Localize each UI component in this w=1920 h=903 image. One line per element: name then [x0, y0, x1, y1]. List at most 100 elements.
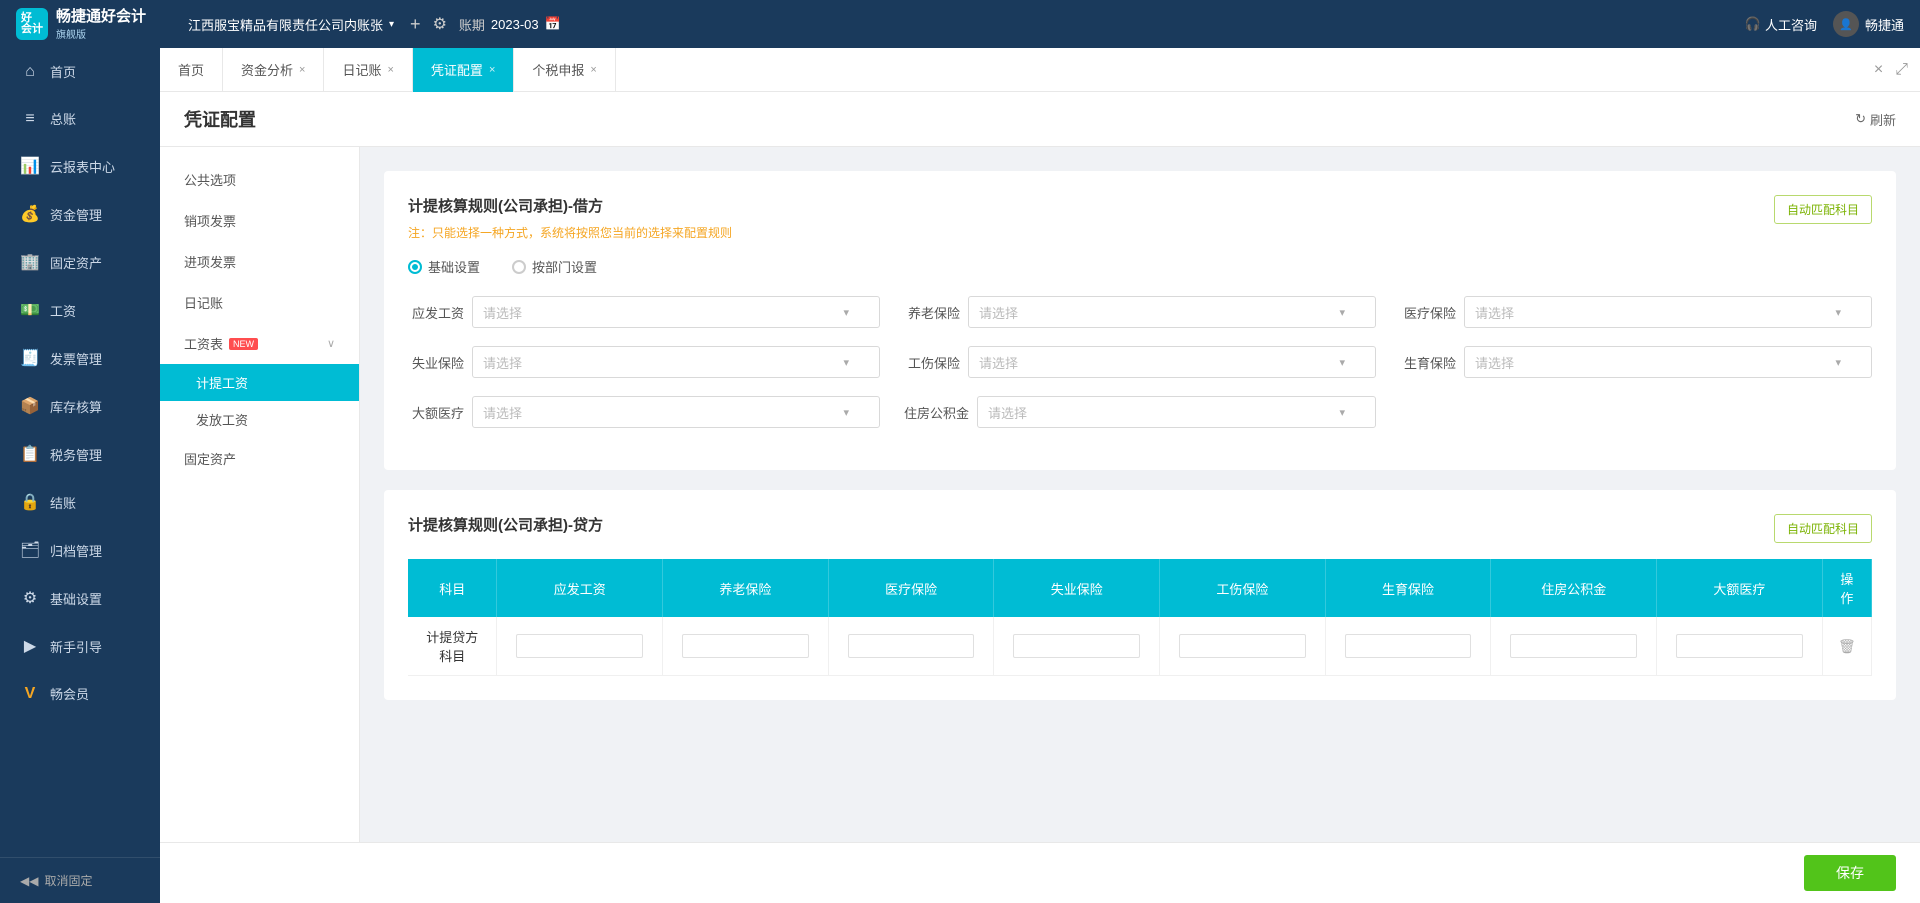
debit-section: 计提核算规则(公司承担)-借方 注：只能选择一种方式，系统将按照您当前的选择来配… — [384, 171, 1896, 470]
select-injury[interactable]: 请选择 ▾ — [968, 346, 1376, 378]
logo-text-area: 畅捷通好会计 旗舰版 — [56, 8, 146, 41]
sidebar-item-vip[interactable]: V 畅会员 — [0, 670, 160, 717]
select-medical[interactable]: 请选择 ▾ — [1464, 296, 1872, 328]
tab-voucher-config[interactable]: 凭证配置 × — [413, 48, 514, 92]
input-pension[interactable] — [682, 634, 809, 658]
save-button[interactable]: 保存 — [1804, 855, 1896, 891]
left-nav-public-label: 公共选项 — [184, 170, 236, 189]
select-pension[interactable]: 请选择 ▾ — [968, 296, 1376, 328]
top-right-actions: 🎧 人工咨询 👤 畅捷通 — [1745, 11, 1904, 37]
tab-finance-analysis[interactable]: 资金分析 × — [223, 48, 324, 92]
sidebar-item-reports[interactable]: 📊 云报表中心 — [0, 142, 160, 190]
input-gross[interactable] — [516, 634, 643, 658]
left-nav-purchase-invoice[interactable]: 进项发票 — [160, 241, 359, 282]
add-tab-icon[interactable]: + — [410, 14, 421, 35]
label-pension: 养老保险 — [904, 303, 960, 322]
field-gross-salary: 应发工资 请选择 ▾ — [408, 296, 880, 328]
radio-basic[interactable]: 基础设置 — [408, 257, 480, 276]
col-supp-medical: 大额医疗 — [1657, 559, 1823, 617]
col-housing: 住房公积金 — [1491, 559, 1657, 617]
select-gross-salary[interactable]: 请选择 ▾ — [472, 296, 880, 328]
left-nav-fixed-assets[interactable]: 固定资产 — [160, 438, 359, 479]
tab-bar-actions: × ⤢ — [1874, 61, 1920, 79]
col-operation: 操作 — [1822, 559, 1871, 617]
sidebar-label-tax: 税务管理 — [50, 445, 102, 464]
content-area: 首页 资金分析 × 日记账 × 凭证配置 × 个税申报 × × ⤢ — [160, 48, 1920, 903]
sidebar-item-finance[interactable]: 💰 资金管理 — [0, 190, 160, 238]
sidebar-label-finance: 资金管理 — [50, 205, 102, 224]
input-supp-medical[interactable] — [1676, 634, 1803, 658]
field-supplemental-medical: 大额医疗 请选择 ▾ — [408, 396, 880, 428]
credit-section-title: 计提核算规则(公司承担)-贷方 — [408, 514, 603, 535]
delete-row-icon[interactable]: 🗑 — [1838, 638, 1856, 654]
select-supplemental-medical[interactable]: 请选择 ▾ — [472, 396, 880, 428]
tab-tax-report[interactable]: 个税申报 × — [514, 48, 615, 92]
refresh-label: 刷新 — [1870, 110, 1896, 129]
left-nav-pay-salary[interactable]: 发放工资 — [160, 401, 359, 438]
tab-tax-close-icon[interactable]: × — [590, 64, 596, 76]
select-medical-placeholder: 请选择 — [1475, 303, 1514, 322]
refresh-button[interactable]: ↻ 刷新 — [1855, 110, 1896, 129]
sidebar-item-assets[interactable]: 🏢 固定资产 — [0, 238, 160, 286]
tab-voucher-label: 凭证配置 — [431, 60, 483, 79]
tab-journal-close-icon[interactable]: × — [387, 64, 393, 76]
radio-by-dept[interactable]: 按部门设置 — [512, 257, 597, 276]
left-nav-calc-salary[interactable]: 计提工资 — [160, 364, 359, 401]
radio-dept-label: 按部门设置 — [532, 257, 597, 276]
select-unemployment[interactable]: 请选择 ▾ — [472, 346, 880, 378]
debit-form-row-3: 大额医疗 请选择 ▾ 住房公积金 请选择 ▾ — [408, 396, 1872, 428]
select-maternity[interactable]: 请选择 ▾ — [1464, 346, 1872, 378]
sidebar-item-inventory[interactable]: 📦 库存核算 — [0, 382, 160, 430]
label-gross-salary: 应发工资 — [408, 303, 464, 322]
col-gross-salary: 应发工资 — [497, 559, 663, 617]
sidebar-label-salary: 工资 — [50, 301, 76, 320]
input-maternity[interactable] — [1345, 634, 1472, 658]
tab-home[interactable]: 首页 — [160, 48, 223, 92]
sidebar-item-ledger[interactable]: ≡ 总账 — [0, 95, 160, 142]
sidebar-item-salary[interactable]: 💵 工资 — [0, 286, 160, 334]
debit-auto-match-button[interactable]: 自动匹配科目 — [1774, 195, 1872, 224]
table-header-row: 科目 应发工资 养老保险 医疗保险 失业保险 工伤保险 生育保险 住房公积金 大… — [408, 559, 1872, 617]
logo-title: 畅捷通好会计 — [56, 8, 146, 26]
select-housing-fund[interactable]: 请选择 ▾ — [977, 396, 1376, 428]
sidebar-item-invoice[interactable]: 🧾 发票管理 — [0, 334, 160, 382]
calendar-icon[interactable]: 📅 — [545, 16, 561, 32]
sidebar-item-guide[interactable]: ▶ 新手引导 — [0, 622, 160, 670]
input-unemployment[interactable] — [1013, 634, 1140, 658]
service-button[interactable]: 🎧 人工咨询 — [1745, 15, 1817, 34]
close-tab-icon[interactable]: × — [1874, 61, 1883, 79]
settings-icon[interactable]: ⚙ — [433, 14, 447, 34]
input-injury[interactable] — [1179, 634, 1306, 658]
sidebar-item-home[interactable]: ⌂ 首页 — [0, 48, 160, 95]
user-area[interactable]: 👤 畅捷通 — [1833, 11, 1904, 37]
sidebar-item-archive[interactable]: 🗂 归档管理 — [0, 526, 160, 574]
select-medical-chevron-icon: ▾ — [1835, 306, 1841, 319]
tab-journal[interactable]: 日记账 × — [324, 48, 412, 92]
service-label: 人工咨询 — [1765, 15, 1817, 34]
sidebar-item-tax[interactable]: 📋 税务管理 — [0, 430, 160, 478]
left-nav-sales-invoice[interactable]: 销项发票 — [160, 200, 359, 241]
sidebar-item-close[interactable]: 🔒 结账 — [0, 478, 160, 526]
tab-voucher-close-icon[interactable]: × — [489, 64, 495, 76]
cell-operation: 🗑 — [1822, 617, 1871, 676]
arrow-left-icon: ◀◀ — [20, 874, 38, 888]
expand-tab-icon[interactable]: ⤢ — [1895, 61, 1908, 79]
sidebar-item-settings[interactable]: ⚙ 基础设置 — [0, 574, 160, 622]
company-selector[interactable]: 江西服宝精品有限责任公司内账张 ▾ — [188, 15, 394, 34]
left-nav-public[interactable]: 公共选项 — [160, 159, 359, 200]
tab-finance-close-icon[interactable]: × — [299, 64, 305, 76]
sidebar-label-home: 首页 — [50, 62, 76, 81]
tab-finance-label: 资金分析 — [241, 60, 293, 79]
label-unemployment: 失业保险 — [408, 353, 464, 372]
left-nav-journal[interactable]: 日记账 — [160, 282, 359, 323]
input-housing[interactable] — [1510, 634, 1637, 658]
input-medical[interactable] — [848, 634, 975, 658]
cell-unemployment — [994, 617, 1160, 676]
home-icon: ⌂ — [20, 63, 40, 81]
settings-nav-icon: ⚙ — [20, 588, 40, 608]
credit-auto-match-button[interactable]: 自动匹配科目 — [1774, 514, 1872, 543]
left-nav-salary-table[interactable]: 工资表 NEW ∨ — [160, 323, 359, 364]
cancel-fixed-button[interactable]: ◀◀ 取消固定 — [0, 857, 160, 903]
inner-layout: 公共选项 销项发票 进项发票 日记账 工资表 NEW ∨ — [160, 147, 1920, 842]
radio-basic-circle — [408, 260, 422, 274]
